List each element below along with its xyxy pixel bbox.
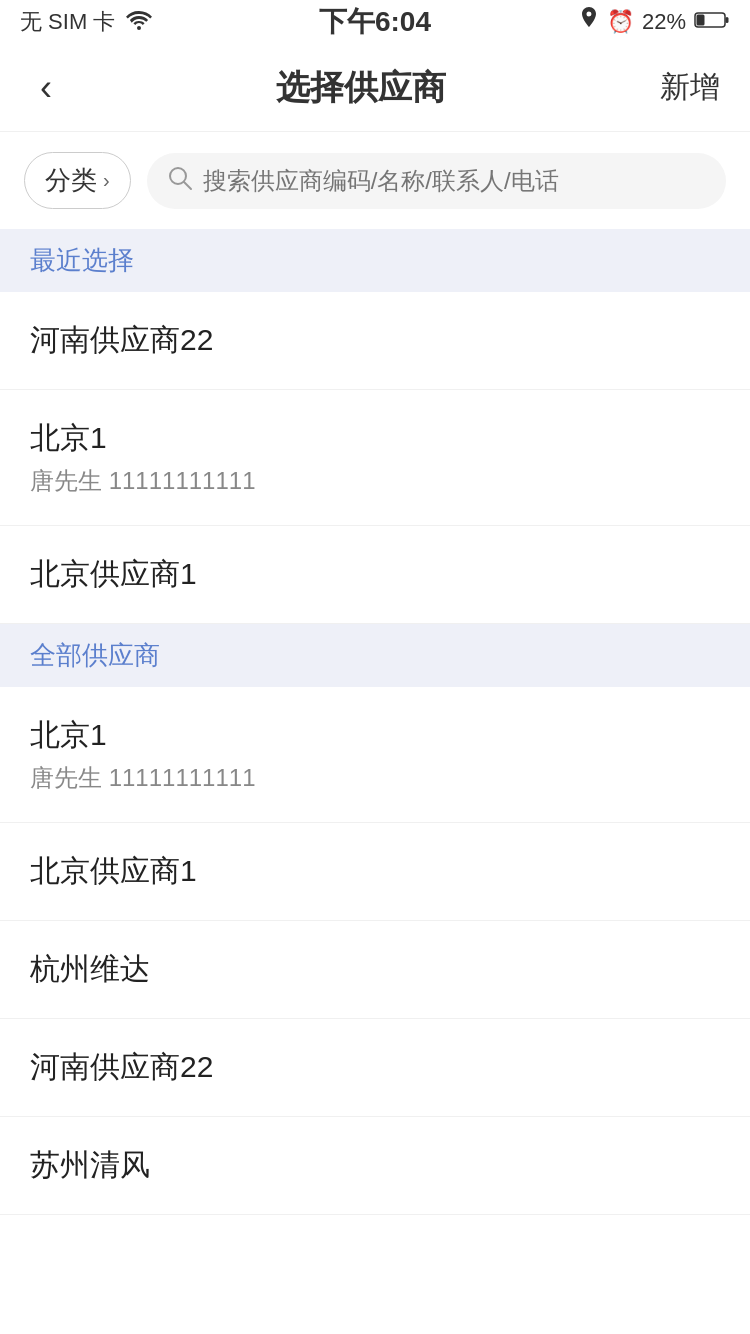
back-button[interactable]: ‹ <box>30 57 62 119</box>
filter-bar: 分类 › <box>0 132 750 229</box>
item-name: 北京供应商1 <box>30 554 720 595</box>
wifi-icon <box>125 8 153 36</box>
item-sub: 唐先生 11111111111 <box>30 465 720 497</box>
list-item[interactable]: 北京1 唐先生 11111111111 <box>0 390 750 526</box>
recent-section-label: 最近选择 <box>30 245 134 275</box>
recent-list: 河南供应商22 北京1 唐先生 11111111111 北京供应商1 <box>0 292 750 624</box>
status-time: 下午6:04 <box>319 3 431 41</box>
item-name: 河南供应商22 <box>30 320 720 361</box>
status-bar: 无 SIM 卡 下午6:04 ⏰ 22% <box>0 0 750 44</box>
list-item[interactable]: 苏州清风 <box>0 1117 750 1215</box>
nav-bar: ‹ 选择供应商 新增 <box>0 44 750 132</box>
all-list: 北京1 唐先生 11111111111 北京供应商1 杭州维达河南供应商22 苏州清风 <box>0 687 750 1215</box>
status-right: ⏰ 22% <box>579 7 730 37</box>
item-sub: 唐先生 11111111111 <box>30 762 720 794</box>
category-filter-button[interactable]: 分类 › <box>24 152 131 209</box>
list-item[interactable]: 杭州维达 <box>0 921 750 1019</box>
search-input[interactable] <box>203 167 706 195</box>
battery-icon <box>694 9 730 35</box>
all-section-label: 全部供应商 <box>30 640 160 670</box>
alarm-icon: ⏰ <box>607 9 634 35</box>
item-name: 北京1 <box>30 418 720 459</box>
status-left: 无 SIM 卡 <box>20 7 153 37</box>
all-section-header: 全部供应商 <box>0 624 750 687</box>
item-name: 苏州清风 <box>30 1145 720 1186</box>
page-title: 选择供应商 <box>276 65 446 111</box>
search-box <box>147 153 726 209</box>
list-item[interactable]: 北京供应商1 <box>0 526 750 624</box>
list-item[interactable]: 河南供应商22 <box>0 292 750 390</box>
svg-line-4 <box>184 182 191 189</box>
chevron-right-icon: › <box>103 169 110 192</box>
battery-label: 22% <box>642 9 686 35</box>
recent-section-header: 最近选择 <box>0 229 750 292</box>
add-button[interactable]: 新增 <box>660 67 720 108</box>
item-name: 北京供应商1 <box>30 851 720 892</box>
item-name: 北京1 <box>30 715 720 756</box>
svg-rect-1 <box>697 15 705 26</box>
category-label: 分类 <box>45 163 97 198</box>
location-icon <box>579 7 599 37</box>
list-item[interactable]: 河南供应商22 <box>0 1019 750 1117</box>
item-name: 杭州维达 <box>30 949 720 990</box>
svg-rect-2 <box>726 17 729 23</box>
list-item[interactable]: 北京供应商1 <box>0 823 750 921</box>
item-name: 河南供应商22 <box>30 1047 720 1088</box>
carrier-label: 无 SIM 卡 <box>20 7 115 37</box>
search-icon <box>167 165 193 197</box>
list-item[interactable]: 北京1 唐先生 11111111111 <box>0 687 750 823</box>
